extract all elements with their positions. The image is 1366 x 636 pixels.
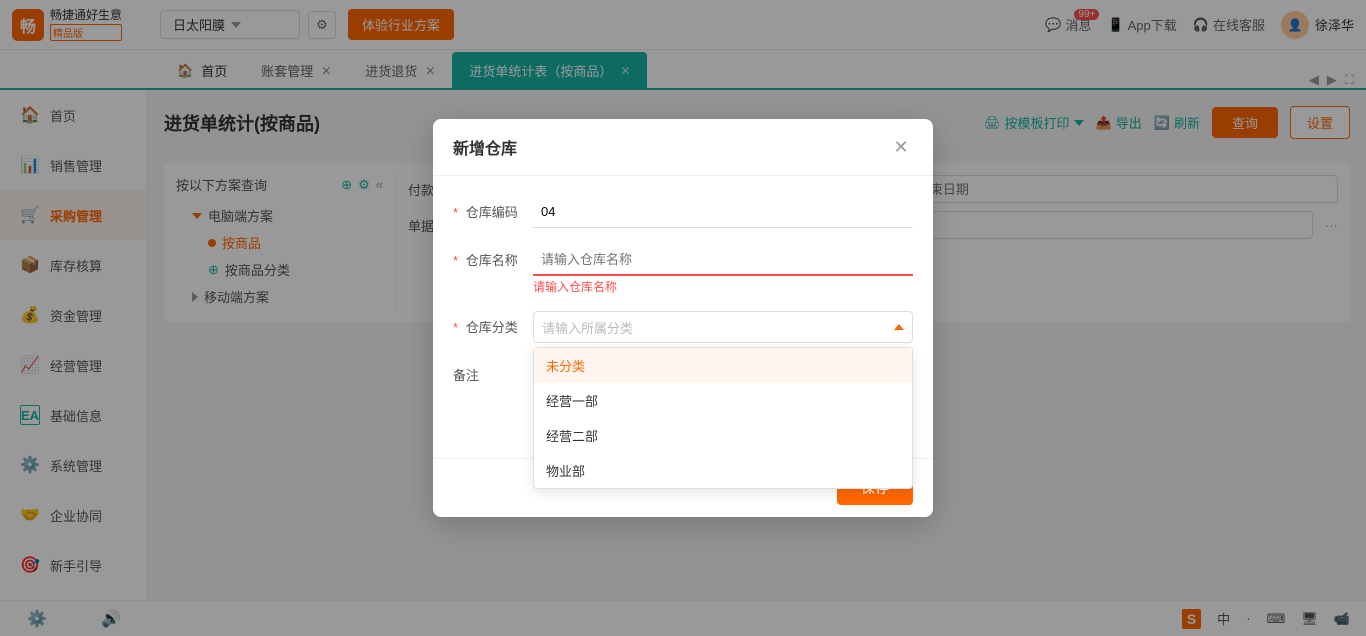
required-star-name: * — [453, 253, 458, 268]
category-option-0[interactable]: 未分类 — [534, 348, 912, 383]
category-option-2[interactable]: 经营二部 — [534, 418, 912, 453]
category-dropdown: 未分类 经营一部 经营二部 物业部 — [533, 347, 913, 489]
modal-title: 新增仓库 — [453, 135, 517, 159]
category-option-1[interactable]: 经营一部 — [534, 383, 912, 418]
modal-overlay[interactable]: 新增仓库 ✕ * 仓库编码 * 仓库名称 — [0, 0, 1366, 636]
required-star-category: * — [453, 320, 458, 335]
note-label: 备注 — [453, 359, 533, 384]
category-option-3[interactable]: 物业部 — [534, 453, 912, 488]
category-field: 请输入所属分类 — [533, 311, 913, 343]
chevron-up-icon — [894, 324, 904, 330]
code-label: * 仓库编码 — [453, 196, 533, 221]
form-name-row: * 仓库名称 请输入仓库名称 — [453, 244, 913, 295]
code-input[interactable] — [533, 196, 913, 228]
name-label: * 仓库名称 — [453, 244, 533, 269]
required-star-code: * — [453, 205, 458, 220]
category-label: * 仓库分类 — [453, 311, 533, 336]
name-field: 请输入仓库名称 — [533, 244, 913, 295]
name-error-msg: 请输入仓库名称 — [533, 278, 913, 295]
category-placeholder: 请输入所属分类 — [542, 318, 633, 337]
modal-body: * 仓库编码 * 仓库名称 请输入仓库名称 — [433, 176, 933, 458]
modal-dialog: 新增仓库 ✕ * 仓库编码 * 仓库名称 — [433, 119, 933, 517]
modal-close-btn[interactable]: ✕ — [889, 135, 913, 159]
form-category-row: * 仓库分类 请输入所属分类 未分类 经营一部 经营二部 物业部 — [453, 311, 913, 343]
modal-header: 新增仓库 ✕ — [433, 119, 933, 176]
category-input[interactable]: 请输入所属分类 — [533, 311, 913, 343]
form-code-row: * 仓库编码 — [453, 196, 913, 228]
code-field — [533, 196, 913, 228]
name-input[interactable] — [533, 244, 913, 276]
